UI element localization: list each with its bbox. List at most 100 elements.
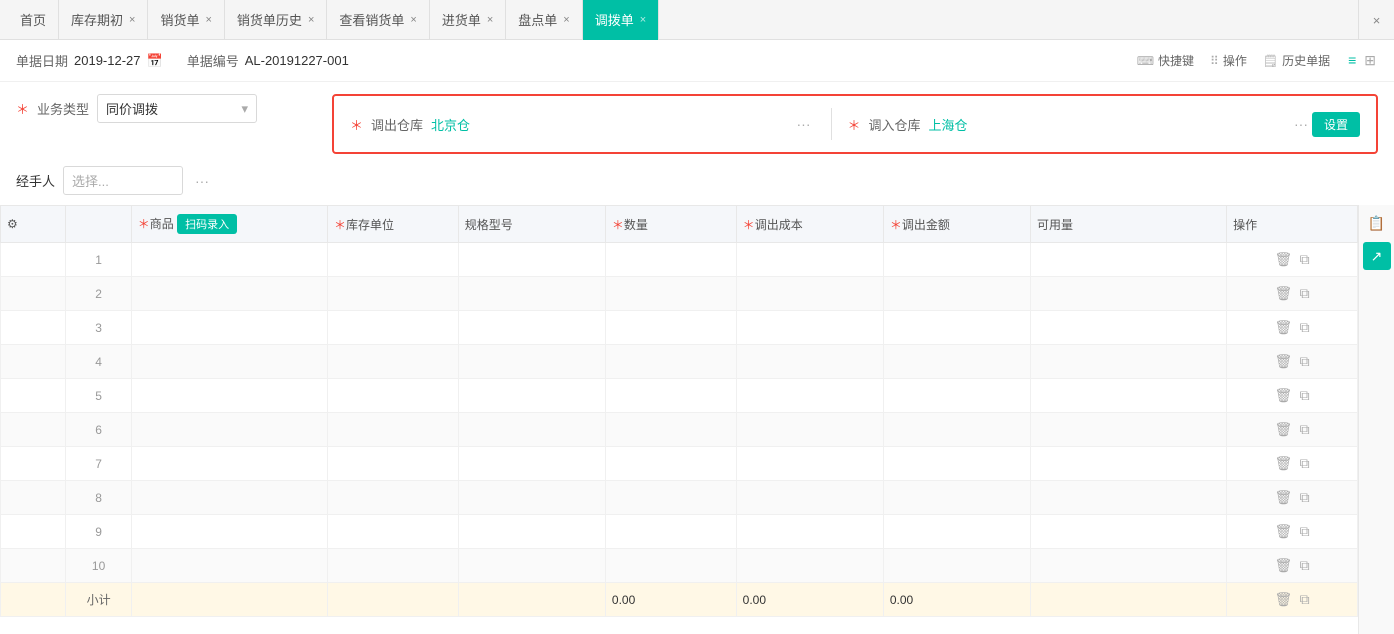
copy-icon[interactable]: ⧉: [1298, 419, 1312, 440]
copy-icon[interactable]: ⧉: [1298, 317, 1312, 338]
close-icon[interactable]: ×: [487, 14, 493, 26]
export-sidebar-icon[interactable]: ↗: [1363, 242, 1391, 270]
product-cell[interactable]: [131, 379, 327, 413]
close-icon[interactable]: ×: [129, 14, 135, 26]
unit-cell[interactable]: [327, 345, 458, 379]
tab-view-sales[interactable]: 查看销货单 ×: [327, 0, 429, 40]
unit-cell[interactable]: [327, 515, 458, 549]
handler-more-btn[interactable]: ···: [191, 173, 213, 189]
cost-cell[interactable]: [736, 379, 883, 413]
cost-cell[interactable]: [736, 481, 883, 515]
qty-cell[interactable]: [605, 345, 736, 379]
spec-cell[interactable]: [458, 447, 605, 481]
spec-cell[interactable]: [458, 345, 605, 379]
out-warehouse-more-btn[interactable]: ···: [793, 116, 815, 132]
cost-cell[interactable]: [736, 515, 883, 549]
unit-cell[interactable]: [327, 311, 458, 345]
qty-cell[interactable]: [605, 243, 736, 277]
product-cell[interactable]: [131, 243, 327, 277]
unit-cell[interactable]: [327, 447, 458, 481]
tab-sales-order[interactable]: 销货单 ×: [148, 0, 224, 40]
product-cell[interactable]: [131, 311, 327, 345]
tab-close-all[interactable]: ×: [1358, 0, 1394, 40]
in-warehouse-more-btn[interactable]: ···: [1290, 116, 1312, 132]
copy-icon[interactable]: ⧉: [1298, 283, 1312, 304]
product-cell[interactable]: [131, 413, 327, 447]
delete-icon[interactable]: 🗑: [1273, 249, 1295, 270]
product-cell[interactable]: [131, 515, 327, 549]
cost-cell[interactable]: [736, 243, 883, 277]
copy-icon[interactable]: ⧉: [1298, 555, 1312, 576]
spec-cell[interactable]: [458, 515, 605, 549]
close-icon[interactable]: ×: [205, 14, 211, 26]
product-cell[interactable]: [131, 277, 327, 311]
amount-cell[interactable]: [883, 277, 1030, 311]
unit-cell[interactable]: [327, 243, 458, 277]
qty-cell[interactable]: [605, 277, 736, 311]
close-icon[interactable]: ×: [410, 14, 416, 26]
settings-button[interactable]: 设置: [1312, 112, 1360, 137]
gear-column-header[interactable]: ⚙: [1, 206, 66, 243]
cost-cell[interactable]: [736, 549, 883, 583]
delete-icon[interactable]: 🗑: [1273, 453, 1295, 474]
copy-icon[interactable]: ⧉: [1298, 385, 1312, 406]
delete-icon[interactable]: 🗑: [1273, 521, 1295, 542]
tab-home[interactable]: 首页: [8, 0, 59, 40]
tab-transfer[interactable]: 调拨单 ×: [583, 0, 659, 40]
spec-cell[interactable]: [458, 549, 605, 583]
amount-cell[interactable]: [883, 447, 1030, 481]
amount-cell[interactable]: [883, 379, 1030, 413]
history-btn[interactable]: 🗒 历史单据: [1263, 52, 1330, 69]
qty-cell[interactable]: [605, 311, 736, 345]
shortcuts-btn[interactable]: ⌨ 快捷键: [1137, 52, 1194, 69]
delete-icon[interactable]: 🗑: [1273, 351, 1295, 372]
amount-cell[interactable]: [883, 481, 1030, 515]
amount-cell[interactable]: [883, 345, 1030, 379]
delete-icon[interactable]: 🗑: [1273, 555, 1295, 576]
spec-cell[interactable]: [458, 311, 605, 345]
cost-cell[interactable]: [736, 413, 883, 447]
delete-icon[interactable]: 🗑: [1273, 487, 1295, 508]
close-icon[interactable]: ×: [640, 14, 646, 26]
copy-icon[interactable]: ⧉: [1298, 453, 1312, 474]
unit-cell[interactable]: [327, 277, 458, 311]
product-cell[interactable]: [131, 481, 327, 515]
tab-inventory-init[interactable]: 库存期初 ×: [59, 0, 148, 40]
amount-cell[interactable]: [883, 311, 1030, 345]
unit-cell[interactable]: [327, 379, 458, 413]
tab-sales-history[interactable]: 销货单历史 ×: [225, 0, 327, 40]
qty-cell[interactable]: [605, 413, 736, 447]
spec-cell[interactable]: [458, 277, 605, 311]
product-cell[interactable]: [131, 447, 327, 481]
amount-cell[interactable]: [883, 243, 1030, 277]
delete-icon[interactable]: 🗑: [1273, 317, 1295, 338]
cost-cell[interactable]: [736, 311, 883, 345]
unit-cell[interactable]: [327, 413, 458, 447]
cost-cell[interactable]: [736, 345, 883, 379]
operations-btn[interactable]: ⠿ 操作: [1210, 52, 1247, 69]
copy-icon[interactable]: ⧉: [1298, 589, 1312, 610]
product-cell[interactable]: [131, 549, 327, 583]
spec-cell[interactable]: [458, 379, 605, 413]
copy-icon[interactable]: ⧉: [1298, 249, 1312, 270]
qty-cell[interactable]: [605, 549, 736, 583]
spec-cell[interactable]: [458, 481, 605, 515]
tab-purchase[interactable]: 进货单 ×: [430, 0, 506, 40]
unit-cell[interactable]: [327, 481, 458, 515]
unit-cell[interactable]: [327, 549, 458, 583]
copy-icon[interactable]: ⧉: [1298, 521, 1312, 542]
amount-cell[interactable]: [883, 515, 1030, 549]
tab-inventory-count[interactable]: 盘点单 ×: [506, 0, 582, 40]
amount-cell[interactable]: [883, 413, 1030, 447]
product-cell[interactable]: [131, 345, 327, 379]
delete-icon[interactable]: 🗑: [1273, 283, 1295, 304]
amount-cell[interactable]: [883, 549, 1030, 583]
qty-cell[interactable]: [605, 379, 736, 413]
copy-icon[interactable]: ⧉: [1298, 351, 1312, 372]
delete-icon[interactable]: 🗑: [1273, 589, 1295, 610]
cost-cell[interactable]: [736, 277, 883, 311]
calendar-icon[interactable]: 📅: [147, 53, 163, 69]
cost-cell[interactable]: [736, 447, 883, 481]
delete-icon[interactable]: 🗑: [1273, 385, 1295, 406]
copy-icon[interactable]: ⧉: [1298, 487, 1312, 508]
